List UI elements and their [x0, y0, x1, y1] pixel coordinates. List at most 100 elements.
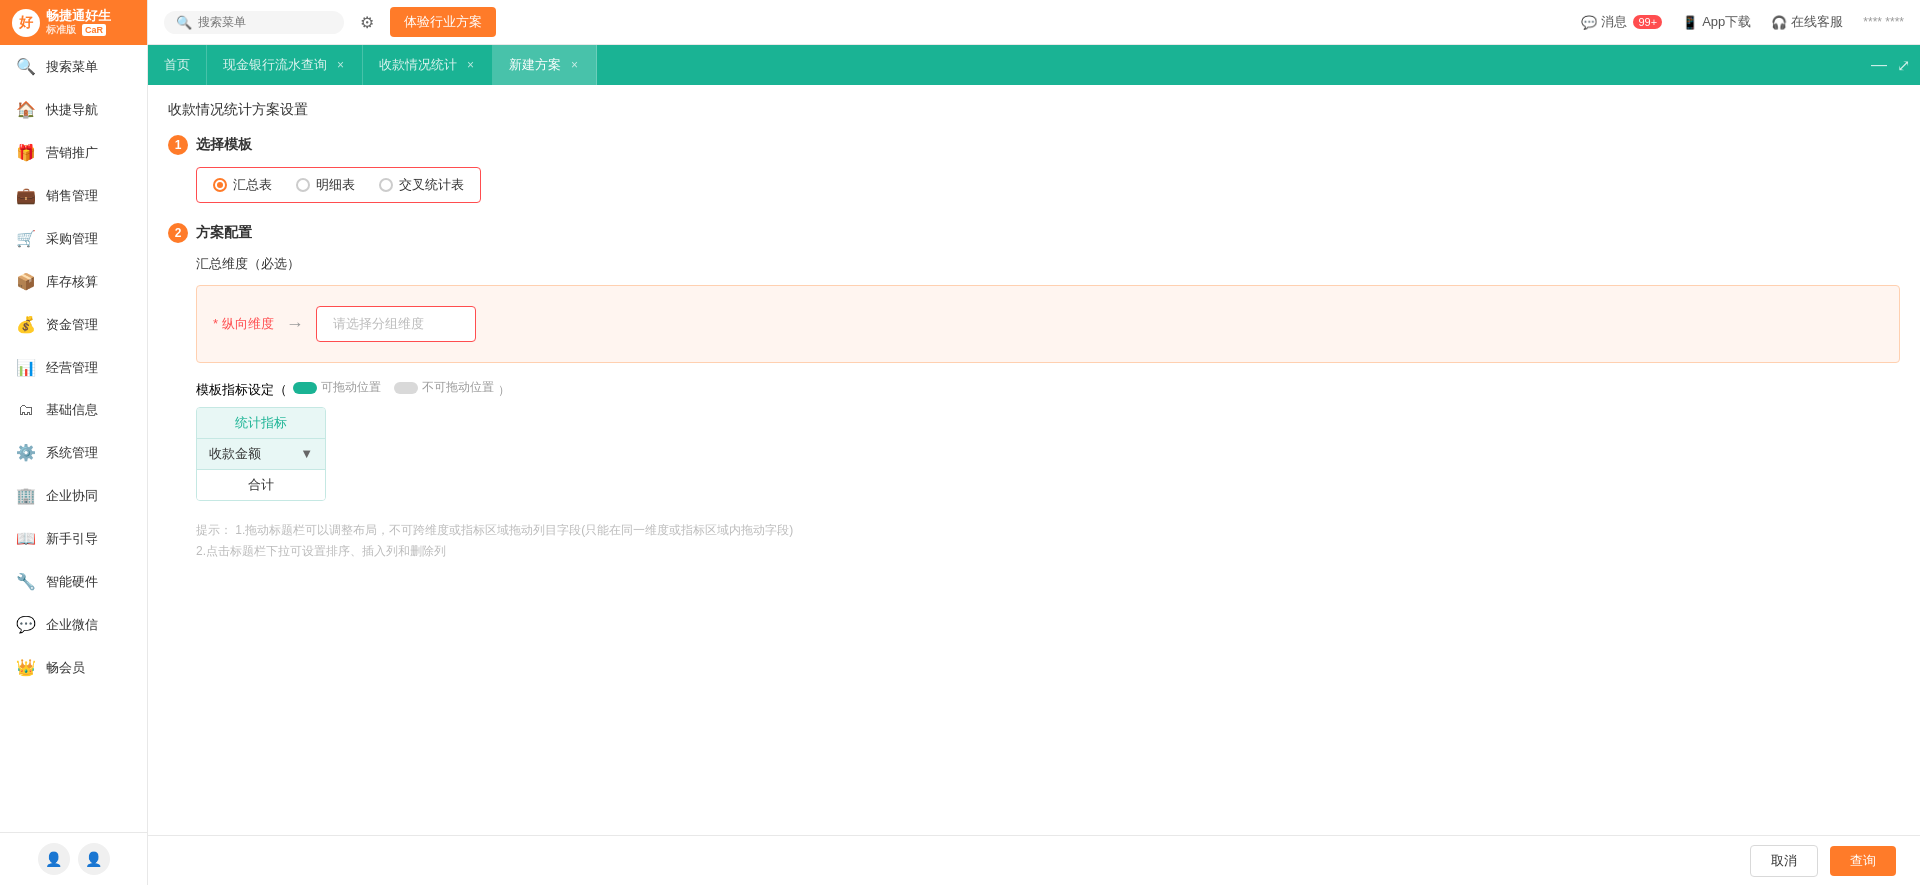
sidebar-item-label: 智能硬件	[46, 573, 98, 591]
tabbar-spacer	[597, 45, 1861, 85]
radio-summary[interactable]: 汇总表	[213, 176, 272, 194]
topbar-industry-btn[interactable]: 体验行业方案	[390, 7, 496, 37]
search-nav-icon: 🔍	[16, 57, 36, 76]
topbar-gear-icon[interactable]: ⚙	[360, 13, 374, 32]
sidebar-avatar-1[interactable]: 👤	[38, 843, 70, 875]
topbar-service[interactable]: 🎧 在线客服	[1771, 13, 1843, 31]
sidebar-item-finance[interactable]: 💰 资金管理	[0, 303, 147, 346]
stat-cell-chevron[interactable]: ▼	[300, 446, 313, 461]
radio-cross-dot	[379, 178, 393, 192]
marketing-icon: 🎁	[16, 143, 36, 162]
sidebar-item-nav[interactable]: 🏠 快捷导航	[0, 88, 147, 131]
topbar-actions: 💬 消息 99+ 📱 App下载 🎧 在线客服 **** ****	[1581, 13, 1904, 31]
sidebar-item-member[interactable]: 👑 畅会员	[0, 646, 147, 689]
corp-icon: 🏢	[16, 486, 36, 505]
logo-badge: CaR	[82, 24, 106, 36]
section-template: 1 选择模板 汇总表 明细表	[168, 135, 1900, 203]
sidebar-item-basic[interactable]: 🗂 基础信息	[0, 389, 147, 431]
cancel-button[interactable]: 取消	[1750, 845, 1818, 877]
guide-icon: 📖	[16, 529, 36, 548]
wechat-icon: 💬	[16, 615, 36, 634]
stat-table: 统计指标 收款金额 ▼ 合计	[196, 407, 1900, 504]
section2-content: 汇总维度（必选） * 纵向维度 → 请选择分组维度 模板指标设定（	[168, 255, 1900, 563]
download-label: App下载	[1702, 13, 1751, 31]
logo-sub: 标准版	[46, 23, 76, 37]
tab-bank-close[interactable]: ×	[335, 56, 346, 74]
tab-minimize-btn[interactable]: —	[1871, 56, 1887, 74]
tab-receipt-close[interactable]: ×	[465, 56, 476, 74]
tab-receipt[interactable]: 收款情况统计 ×	[363, 45, 493, 85]
inventory-icon: 📦	[16, 272, 36, 291]
radio-cross[interactable]: 交叉统计表	[379, 176, 464, 194]
tab-home[interactable]: 首页	[148, 45, 207, 85]
sidebar-item-wechat[interactable]: 💬 企业微信	[0, 603, 147, 646]
logo-icon: 好	[12, 9, 40, 37]
stat-sub-label: 合计	[248, 477, 274, 492]
dim-row: * 纵向维度 → 请选择分组维度	[213, 306, 1883, 342]
tabbar-controls: — ⤢	[1861, 45, 1920, 85]
sidebar-bottom: 👤 👤	[0, 832, 147, 885]
indicator-label: 模板指标设定（	[196, 382, 287, 397]
message-label: 消息	[1601, 13, 1627, 31]
system-icon: ⚙️	[16, 443, 36, 462]
download-icon: 📱	[1682, 15, 1698, 30]
radio-detail[interactable]: 明细表	[296, 176, 355, 194]
logo-title: 畅捷通好生	[46, 8, 111, 24]
sidebar-item-label: 采购管理	[46, 230, 98, 248]
stat-cell-row: 收款金额 ▼	[197, 439, 325, 470]
dim-select[interactable]: 请选择分组维度	[316, 306, 476, 342]
dim-area: * 纵向维度 → 请选择分组维度	[196, 285, 1900, 363]
sidebar-item-corp[interactable]: 🏢 企业协同	[0, 474, 147, 517]
section2-header: 2 方案配置	[168, 223, 1900, 243]
sidebar-item-operation[interactable]: 📊 经营管理	[0, 346, 147, 389]
sidebar-item-marketing[interactable]: 🎁 营销推广	[0, 131, 147, 174]
legend-fixed-toggle	[394, 382, 418, 394]
sidebar-item-label: 营销推广	[46, 144, 98, 162]
tips-section: 提示： 1.拖动标题栏可以调整布局，不可跨维度或指标区域拖动列目字段(只能在同一…	[196, 520, 1900, 563]
sidebar-item-label: 基础信息	[46, 401, 98, 419]
query-button[interactable]: 查询	[1830, 846, 1896, 876]
sidebar-item-label: 企业协同	[46, 487, 98, 505]
sidebar-item-label: 快捷导航	[46, 101, 98, 119]
nav-icon: 🏠	[16, 100, 36, 119]
radio-detail-dot	[296, 178, 310, 192]
topbar-user-info: **** ****	[1863, 15, 1904, 29]
radio-summary-dot	[213, 178, 227, 192]
tab-receipt-label: 收款情况统计	[379, 56, 457, 74]
dim-row-label: * 纵向维度	[213, 315, 274, 333]
section2-label: 方案配置	[196, 224, 252, 242]
topbar-search-input[interactable]	[198, 15, 318, 29]
sidebar: 好 畅捷通好生 标准版 CaR 🔍 搜索菜单 🏠 快捷导航 🎁 营销推广 💼 销…	[0, 0, 148, 885]
indicator-label-row: 模板指标设定（ 可拖动位置 不可拖动位置 ）	[196, 379, 1900, 399]
radio-detail-label: 明细表	[316, 176, 355, 194]
legend-drag-label: 可拖动位置	[321, 379, 381, 396]
sidebar-item-system[interactable]: ⚙️ 系统管理	[0, 431, 147, 474]
tab-new-plan[interactable]: 新建方案 ×	[493, 45, 597, 85]
content-area: 收款情况统计方案设置 1 选择模板 汇总表 明细表	[148, 85, 1920, 835]
sidebar-item-purchase[interactable]: 🛒 采购管理	[0, 217, 147, 260]
sidebar-item-search[interactable]: 🔍 搜索菜单	[0, 45, 147, 88]
tab-bank[interactable]: 现金银行流水查询 ×	[207, 45, 363, 85]
sidebar-item-label: 销售管理	[46, 187, 98, 205]
stat-header: 统计指标	[197, 408, 325, 439]
sidebar-item-hardware[interactable]: 🔧 智能硬件	[0, 560, 147, 603]
sidebar-item-label: 资金管理	[46, 316, 98, 334]
sidebar-item-label: 经营管理	[46, 359, 98, 377]
tab-new-plan-close[interactable]: ×	[569, 56, 580, 74]
sidebar-item-guide[interactable]: 📖 新手引导	[0, 517, 147, 560]
topbar-download[interactable]: 📱 App下载	[1682, 13, 1751, 31]
sidebar-avatar-2[interactable]: 👤	[78, 843, 110, 875]
sidebar-item-inventory[interactable]: 📦 库存核算	[0, 260, 147, 303]
topbar-message[interactable]: 💬 消息 99+	[1581, 13, 1662, 31]
sales-icon: 💼	[16, 186, 36, 205]
section1-num: 1	[168, 135, 188, 155]
sidebar-item-sales[interactable]: 💼 销售管理	[0, 174, 147, 217]
topbar-search-box[interactable]: 🔍	[164, 11, 344, 34]
tab-home-label: 首页	[164, 56, 190, 74]
section2-num: 2	[168, 223, 188, 243]
stat-sub-row: 合计	[197, 470, 325, 500]
member-icon: 👑	[16, 658, 36, 677]
tab-maximize-btn[interactable]: ⤢	[1897, 56, 1910, 75]
legend-drag-toggle	[293, 382, 317, 394]
stat-cell-label: 收款金额	[209, 445, 261, 463]
